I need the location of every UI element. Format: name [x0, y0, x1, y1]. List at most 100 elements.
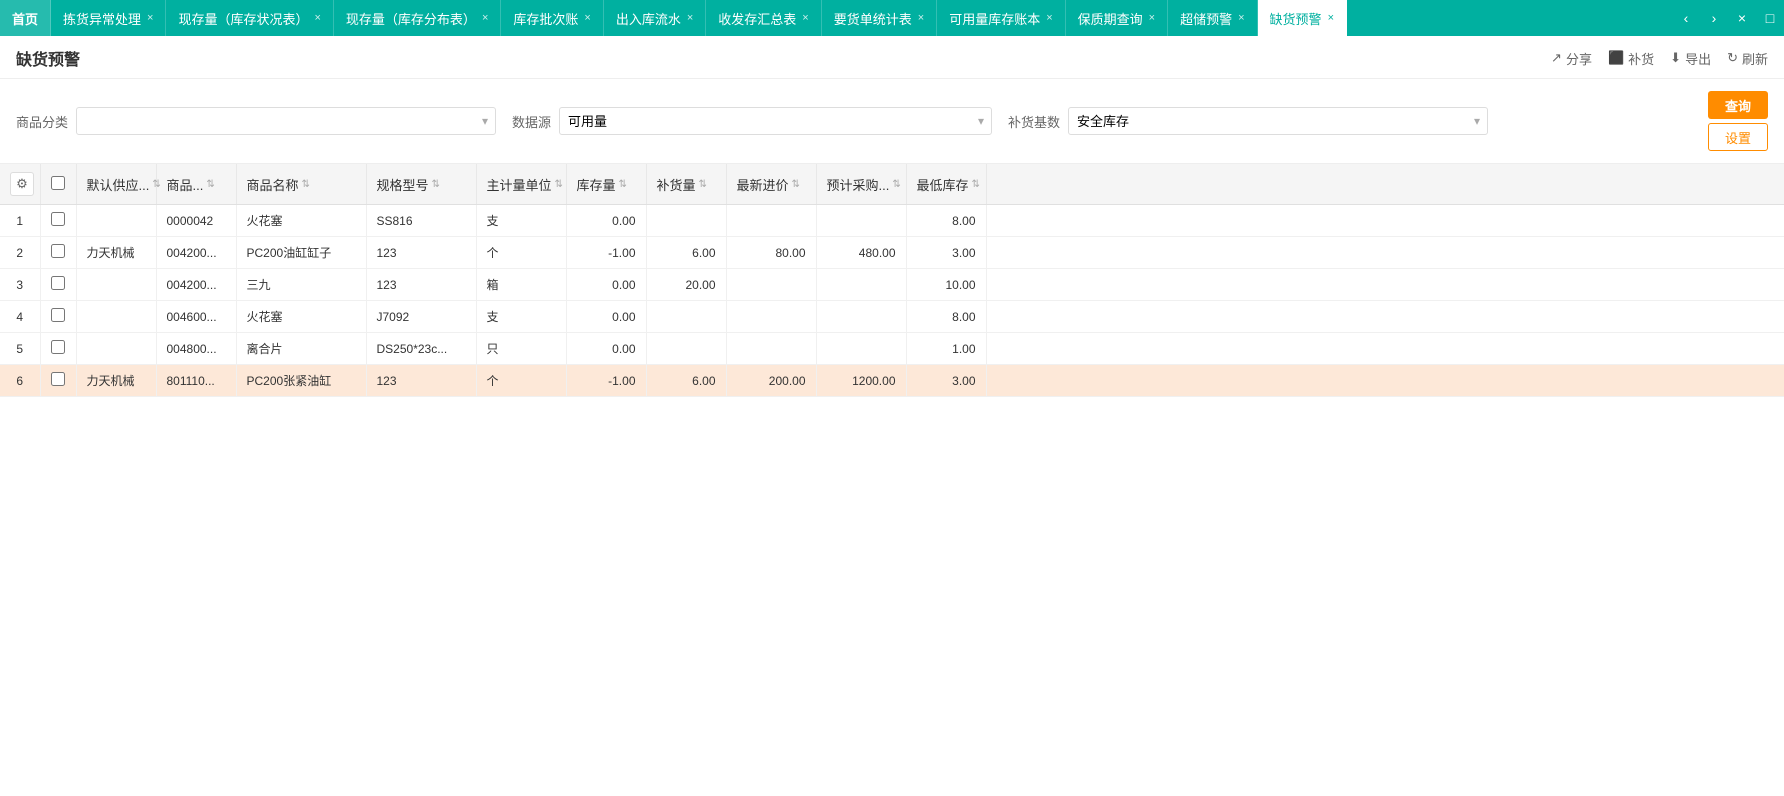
share-button[interactable]: ↗ 分享 — [1551, 49, 1592, 68]
col-min-stock-header[interactable]: 最低库存 ⇅ — [906, 164, 986, 205]
col-code-label: 商品... — [167, 175, 204, 194]
row-check-4[interactable] — [40, 301, 76, 333]
nav-tab-inventory-dist[interactable]: 现存量（库存分布表） × — [334, 0, 501, 36]
nav-tab-inventory-status-close[interactable]: × — [314, 12, 320, 24]
replenish-button[interactable]: ⬛ 补货 — [1608, 49, 1654, 68]
nav-restore-button[interactable]: □ — [1756, 0, 1784, 36]
row-seq-3: 3 — [0, 269, 40, 301]
row-checkbox-1[interactable] — [51, 212, 65, 226]
nav-tab-shortage-warning-close[interactable]: × — [1328, 12, 1334, 24]
replenish-base-select[interactable]: 安全库存 最低库存 — [1068, 107, 1488, 135]
nav-tab-overstock-warning-label: 超储预警 — [1180, 9, 1232, 28]
page-header: 缺货预警 ↗ 分享 ⬛ 补货 ⬇ 导出 ↻ 刷新 — [0, 36, 1784, 79]
row-check-6[interactable] — [40, 365, 76, 397]
col-supplier-header[interactable]: 默认供应... ⇅ — [76, 164, 156, 205]
row-supplier-5 — [76, 333, 156, 365]
row-check-5[interactable] — [40, 333, 76, 365]
nav-tab-inout-flow-close[interactable]: × — [687, 12, 693, 24]
col-forecast-header[interactable]: 预计采购... ⇅ — [816, 164, 906, 205]
export-button[interactable]: ⬇ 导出 — [1670, 49, 1711, 68]
nav-tab-inventory-status[interactable]: 现存量（库存状况表） × — [166, 0, 333, 36]
col-replenish-sort-icon: ⇅ — [699, 179, 707, 190]
row-supplier-2: 力天机械 — [76, 237, 156, 269]
row-code-2: 004200... — [156, 237, 236, 269]
table-row: 6 力天机械 801110... PC200张紧油缸 123 个 -1.00 6… — [0, 365, 1784, 397]
col-spec-header[interactable]: 规格型号 ⇅ — [366, 164, 476, 205]
nav-tab-collect-summary-close[interactable]: × — [802, 12, 808, 24]
row-unit-3: 箱 — [476, 269, 566, 301]
row-extra-2 — [986, 237, 1784, 269]
row-stock-1: 0.00 — [566, 205, 646, 237]
row-latest-price-5 — [726, 333, 816, 365]
datasource-select[interactable]: 可用量 库存量 — [559, 107, 992, 135]
row-latest-price-1 — [726, 205, 816, 237]
nav-tab-inventory-dist-close[interactable]: × — [482, 12, 488, 24]
refresh-button[interactable]: ↻ 刷新 — [1727, 49, 1768, 68]
row-check-3[interactable] — [40, 269, 76, 301]
col-stock-header[interactable]: 库存量 ⇅ — [566, 164, 646, 205]
datasource-label: 数据源 — [512, 112, 551, 131]
nav-tab-overstock-warning-close[interactable]: × — [1238, 12, 1244, 24]
nav-tab-requisition-stat-close[interactable]: × — [918, 12, 924, 24]
nav-tab-batch-account[interactable]: 库存批次账 × — [501, 0, 603, 36]
row-checkbox-3[interactable] — [51, 276, 65, 290]
col-replenish-header[interactable]: 补货量 ⇅ — [646, 164, 726, 205]
col-name-header[interactable]: 商品名称 ⇅ — [236, 164, 366, 205]
nav-tab-batch-account-label: 库存批次账 — [513, 9, 578, 28]
category-select[interactable] — [76, 107, 496, 135]
share-icon: ↗ — [1551, 50, 1562, 66]
row-supplier-6: 力天机械 — [76, 365, 156, 397]
nav-tab-inout-flow[interactable]: 出入库流水 × — [604, 0, 706, 36]
nav-tab-available-ledger[interactable]: 可用量库存账本 × — [937, 0, 1065, 36]
select-all-checkbox[interactable] — [51, 176, 65, 190]
column-settings-button[interactable]: ⚙ — [10, 172, 34, 196]
nav-next-arrow[interactable]: › — [1700, 0, 1728, 36]
row-stock-2: -1.00 — [566, 237, 646, 269]
nav-tab-requisition-stat[interactable]: 要货单统计表 × — [822, 0, 937, 36]
col-extra-header — [986, 164, 1784, 205]
nav-tab-exception-close[interactable]: × — [147, 12, 153, 24]
row-name-6: PC200张紧油缸 — [236, 365, 366, 397]
nav-tab-overstock-warning[interactable]: 超储预警 × — [1168, 0, 1257, 36]
col-code-sort-icon: ⇅ — [206, 179, 214, 190]
nav-tab-expiry-query[interactable]: 保质期查询 × — [1066, 0, 1168, 36]
nav-tab-collect-summary[interactable]: 收发存汇总表 × — [706, 0, 821, 36]
row-latest-price-3 — [726, 269, 816, 301]
nav-tab-exception[interactable]: 拣货异常处理 × — [51, 0, 166, 36]
col-latest-price-header[interactable]: 最新进价 ⇅ — [726, 164, 816, 205]
col-unit-label: 主计量单位 — [487, 175, 552, 194]
nav-tab-inventory-dist-label: 现存量（库存分布表） — [346, 9, 476, 28]
row-name-3: 三九 — [236, 269, 366, 301]
query-button[interactable]: 查询 — [1708, 91, 1768, 119]
nav-tab-inout-flow-label: 出入库流水 — [616, 9, 681, 28]
row-check-2[interactable] — [40, 237, 76, 269]
row-seq-6: 6 — [0, 365, 40, 397]
row-forecast-2: 480.00 — [816, 237, 906, 269]
col-unit-header[interactable]: 主计量单位 ⇅ — [476, 164, 566, 205]
nav-tab-available-ledger-close[interactable]: × — [1046, 12, 1052, 24]
settings-button[interactable]: 设置 — [1708, 123, 1768, 151]
row-forecast-6: 1200.00 — [816, 365, 906, 397]
nav-tab-home[interactable]: 首页 — [0, 0, 51, 36]
row-replenish-6: 6.00 — [646, 365, 726, 397]
nav-tab-expiry-query-close[interactable]: × — [1149, 12, 1155, 24]
row-replenish-4 — [646, 301, 726, 333]
col-code-header[interactable]: 商品... ⇅ — [156, 164, 236, 205]
row-code-5: 004800... — [156, 333, 236, 365]
row-checkbox-2[interactable] — [51, 244, 65, 258]
row-checkbox-4[interactable] — [51, 308, 65, 322]
col-min-stock-label: 最低库存 — [917, 175, 969, 194]
row-extra-4 — [986, 301, 1784, 333]
nav-tab-exception-label: 拣货异常处理 — [63, 9, 141, 28]
row-extra-6 — [986, 365, 1784, 397]
row-check-1[interactable] — [40, 205, 76, 237]
replenish-base-label: 补货基数 — [1008, 112, 1060, 131]
nav-tab-shortage-warning[interactable]: 缺货预警 × — [1258, 0, 1347, 36]
row-name-2: PC200油缸缸子 — [236, 237, 366, 269]
nav-prev-arrow[interactable]: ‹ — [1672, 0, 1700, 36]
row-checkbox-6[interactable] — [51, 372, 65, 386]
nav-close-all-button[interactable]: × — [1728, 0, 1756, 36]
row-unit-1: 支 — [476, 205, 566, 237]
row-checkbox-5[interactable] — [51, 340, 65, 354]
nav-tab-batch-account-close[interactable]: × — [584, 12, 590, 24]
